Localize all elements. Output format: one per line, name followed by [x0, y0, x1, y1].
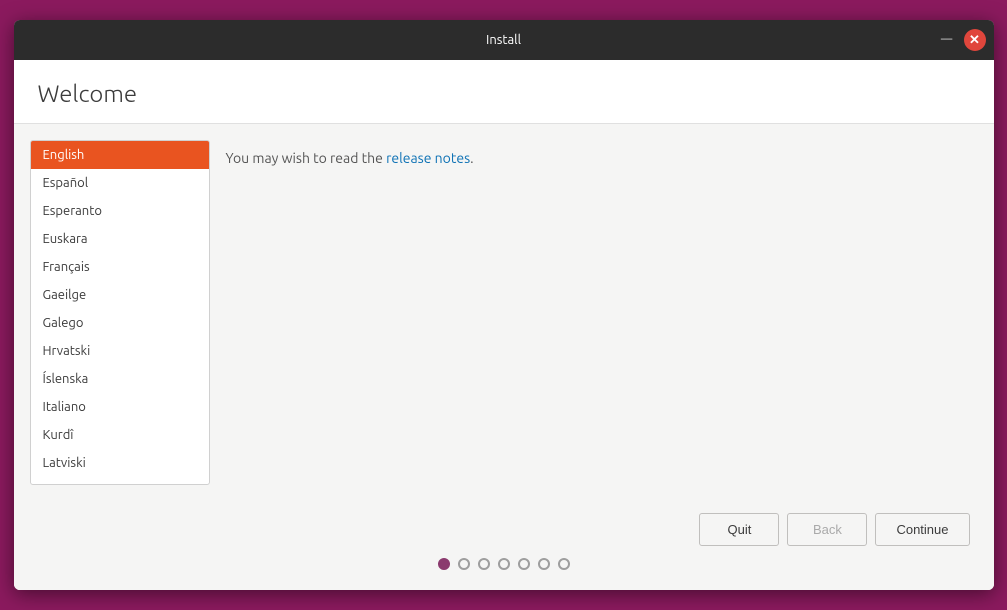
- pagination: [38, 558, 970, 574]
- page-title: Welcome: [38, 80, 970, 107]
- pagination-dot: [478, 558, 490, 570]
- close-icon: ✕: [969, 32, 980, 48]
- language-item[interactable]: Español: [31, 169, 209, 197]
- language-item[interactable]: Hrvatski: [31, 337, 209, 365]
- language-item[interactable]: Euskara: [31, 225, 209, 253]
- release-notes-text: You may wish to read the release notes.: [226, 148, 474, 169]
- language-item[interactable]: Gaeilge: [31, 281, 209, 309]
- language-item[interactable]: Français: [31, 253, 209, 281]
- minimize-button[interactable]: ─: [936, 29, 958, 51]
- continue-button[interactable]: Continue: [875, 513, 969, 546]
- main-section: EnglishEspañolEsperantoEuskaraFrançaisGa…: [14, 124, 994, 501]
- right-panel: You may wish to read the release notes.: [226, 140, 978, 485]
- titlebar-controls: ─ ✕: [936, 29, 986, 51]
- close-button[interactable]: ✕: [964, 29, 986, 51]
- footer: Quit Back Continue: [14, 501, 994, 590]
- pagination-dot: [518, 558, 530, 570]
- page-header: Welcome: [14, 60, 994, 124]
- back-button[interactable]: Back: [787, 513, 867, 546]
- content-area: Welcome EnglishEspañolEsperantoEuskaraFr…: [14, 60, 994, 590]
- language-item[interactable]: Galego: [31, 309, 209, 337]
- language-item[interactable]: Esperanto: [31, 197, 209, 225]
- language-item[interactable]: Íslenska: [31, 365, 209, 393]
- button-row: Quit Back Continue: [38, 513, 970, 546]
- install-window: Install ─ ✕ Welcome EnglishEspañolEspera…: [14, 20, 994, 590]
- quit-button[interactable]: Quit: [699, 513, 779, 546]
- release-notes-text-after: .: [470, 150, 473, 166]
- minimize-icon: ─: [941, 31, 952, 49]
- language-item[interactable]: Italiano: [31, 393, 209, 421]
- language-list[interactable]: EnglishEspañolEsperantoEuskaraFrançaisGa…: [30, 140, 210, 485]
- window-title: Install: [486, 33, 521, 47]
- pagination-dot: [498, 558, 510, 570]
- language-item[interactable]: Latviski: [31, 449, 209, 477]
- release-notes-text-before: You may wish to read the: [226, 150, 387, 166]
- language-item[interactable]: English: [31, 141, 209, 169]
- language-item[interactable]: Kurdî: [31, 421, 209, 449]
- pagination-dot: [538, 558, 550, 570]
- pagination-dot: [558, 558, 570, 570]
- pagination-dot: [438, 558, 450, 570]
- titlebar: Install ─ ✕: [14, 20, 994, 60]
- pagination-dot: [458, 558, 470, 570]
- release-notes-link[interactable]: release notes: [386, 150, 470, 166]
